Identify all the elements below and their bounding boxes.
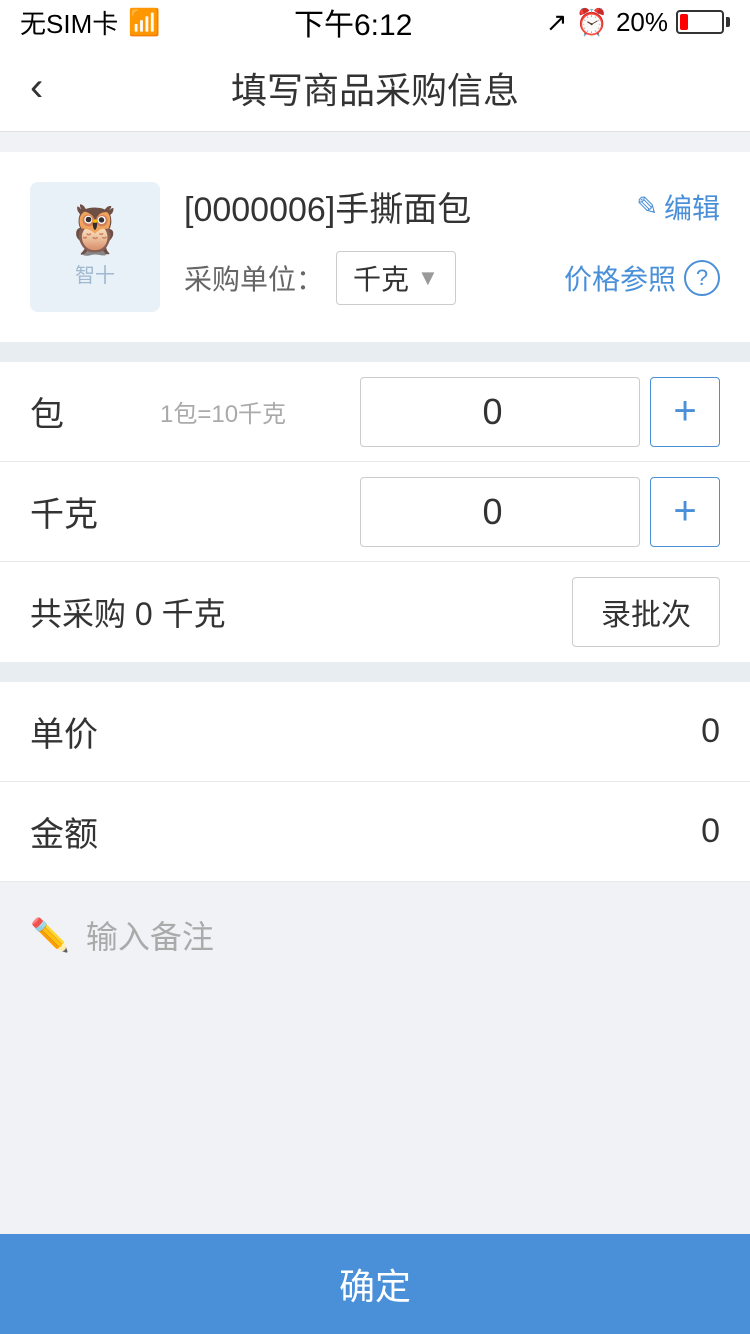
bag-sublabel: 1包=10千克 xyxy=(160,394,360,429)
pencil-icon: ✏️ xyxy=(30,916,70,954)
unit-select[interactable]: 千克 ▼ xyxy=(336,251,456,305)
bag-quantity-input[interactable] xyxy=(360,377,640,447)
kg-label: 千克 xyxy=(30,487,150,536)
alarm-icon: ⏰ xyxy=(576,7,608,38)
kg-plus-button[interactable]: + xyxy=(650,477,720,547)
bag-plus-button[interactable]: + xyxy=(650,377,720,447)
product-name: [0000006]手撕面包 xyxy=(184,182,471,231)
price-ref-label: 价格参照 xyxy=(564,258,676,298)
amount-value: 0 xyxy=(701,812,720,851)
product-card: 🦉 智十 [0000006]手撕面包 ✎ 编辑 采购单位： 千克 xyxy=(0,152,750,342)
carrier-text: 无SIM卡 xyxy=(20,4,118,41)
brand-label: 智十 xyxy=(75,259,115,288)
location-icon: ↗ xyxy=(546,7,568,38)
product-name-row: [0000006]手撕面包 ✎ 编辑 xyxy=(184,182,720,231)
content-spacer xyxy=(0,1002,750,1202)
product-image: 🦉 智十 xyxy=(30,182,160,312)
help-circle-icon: ? xyxy=(684,260,720,296)
kg-quantity-input[interactable] xyxy=(360,477,640,547)
wifi-icon: 📶 xyxy=(128,7,160,38)
unit-price-label: 单价 xyxy=(30,707,701,756)
unit-value: 千克 xyxy=(353,258,409,298)
back-button[interactable]: ‹ xyxy=(30,65,43,110)
edit-button[interactable]: ✎ 编辑 xyxy=(636,187,720,227)
status-bar: 无SIM卡 📶 下午6:12 ↗ ⏰ 20% xyxy=(0,0,750,44)
summary-row: 共采购 0 千克 录批次 xyxy=(0,562,750,662)
unit-label: 采购单位： xyxy=(184,258,324,298)
kg-input-right: + xyxy=(360,477,720,547)
nav-bar: ‹ 填写商品采购信息 xyxy=(0,44,750,132)
unit-price-row: 单价 0 xyxy=(0,682,750,782)
amount-row: 金额 0 xyxy=(0,782,750,882)
purchase-unit-row: 采购单位： 千克 ▼ 价格参照 ? xyxy=(184,251,720,305)
unit-price-value: 0 xyxy=(701,712,720,751)
dropdown-arrow-icon: ▼ xyxy=(417,265,439,291)
status-time: 下午6:12 xyxy=(294,0,412,44)
kg-input-row: 千克 + xyxy=(0,462,750,562)
amount-label: 金额 xyxy=(30,807,701,856)
page-title: 填写商品采购信息 xyxy=(231,62,519,114)
section-divider-2 xyxy=(0,662,750,682)
notes-section[interactable]: ✏️ 输入备注 xyxy=(0,882,750,1002)
price-ref-button[interactable]: 价格参照 ? xyxy=(564,258,720,298)
notes-placeholder: 输入备注 xyxy=(86,912,214,958)
bag-input-right: + xyxy=(360,377,720,447)
product-info: [0000006]手撕面包 ✎ 编辑 采购单位： 千克 ▼ 价格参照 ? xyxy=(184,182,720,305)
confirm-button[interactable]: 确定 xyxy=(0,1234,750,1334)
batch-record-button[interactable]: 录批次 xyxy=(572,577,720,647)
status-right: ↗ ⏰ 20% xyxy=(546,7,730,38)
edit-pencil-icon: ✎ xyxy=(636,191,658,222)
bag-label: 包 xyxy=(30,387,150,436)
status-left: 无SIM卡 📶 xyxy=(20,4,161,41)
battery-percent: 20% xyxy=(616,7,668,38)
section-divider-1 xyxy=(0,342,750,362)
bag-input-row: 包 1包=10千克 + xyxy=(0,362,750,462)
total-purchase-text: 共采购 0 千克 xyxy=(30,589,572,635)
owl-icon: 🦉 xyxy=(65,207,125,255)
battery-icon xyxy=(676,10,730,34)
